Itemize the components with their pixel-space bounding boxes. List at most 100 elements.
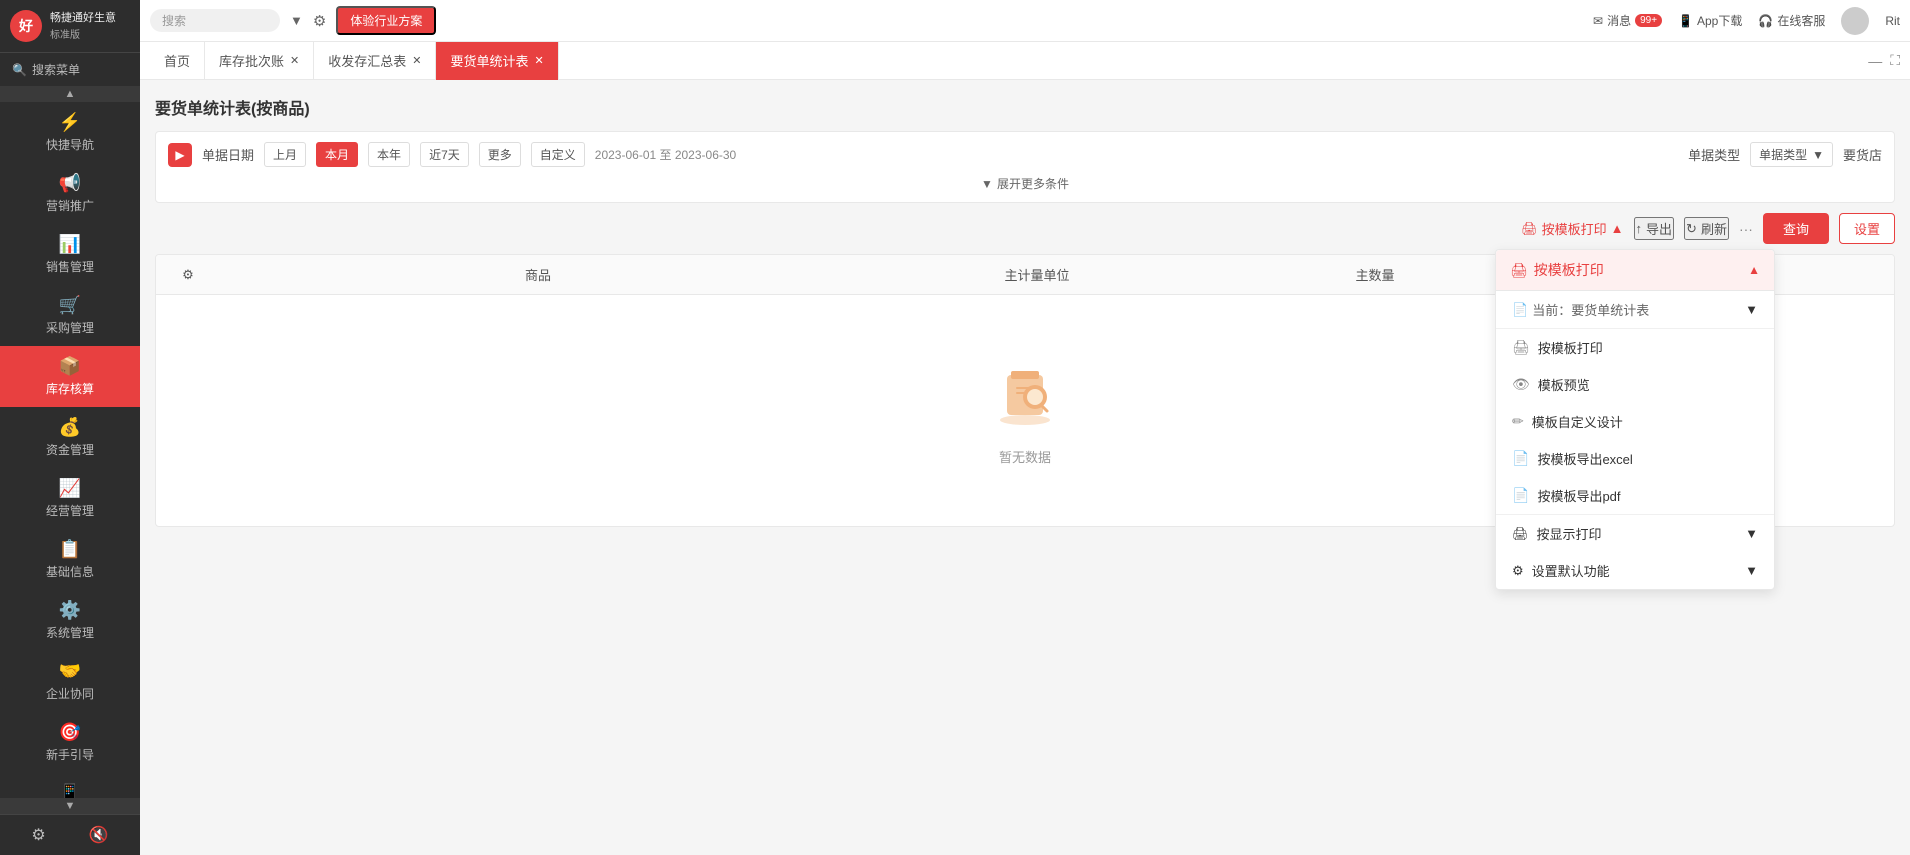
top-search-dropdown[interactable]: ▼ <box>290 13 303 28</box>
date-more-btn[interactable]: 更多 <box>479 142 521 167</box>
window-expand-btn[interactable]: ⛶ <box>1890 52 1900 69</box>
app-download-btn[interactable]: 📱 App下载 <box>1678 12 1742 29</box>
top-gear-btn[interactable]: ⚙ <box>313 12 326 30</box>
template-export-excel-btn[interactable]: 📄 按模板导出excel <box>1496 440 1774 477</box>
date-filter-label: 单据日期 <box>202 145 254 164</box>
headset-icon: 🎧 <box>1758 14 1773 28</box>
dropdown-close-arrow[interactable]: ▲ <box>1748 263 1760 277</box>
date-this-month-btn[interactable]: 本月 <box>316 142 358 167</box>
sidebar-item-marketing[interactable]: 📢 营销推广 <box>0 163 140 224</box>
guide-icon: 🎯 <box>59 722 81 743</box>
template-pdf-icon: 📄 <box>1512 487 1529 504</box>
action-bar: 🖨 按模板打印 ▲ ↑ 导出 ↻ 刷新 ··· 查询 设置 🖨 按模板打印 <box>155 213 1895 244</box>
default-settings-label: ⚙ 设置默认功能 <box>1512 561 1610 580</box>
logo-badge: 标准版 <box>50 26 116 41</box>
template-print-btn[interactable]: 🖨 按模板打印 <box>1496 329 1774 366</box>
more-options-btn[interactable]: ··· <box>1739 221 1753 237</box>
sidebar: 好 畅捷通好生意 标准版 🔍 搜索菜单 ▲ ⚡ 快捷导航 📢 营销推广 📊 销售… <box>0 0 140 855</box>
default-settings-group[interactable]: ⚙ 设置默认功能 ▼ <box>1496 552 1774 589</box>
print-dropdown-toggle[interactable]: ▲ <box>1611 221 1624 236</box>
sidebar-item-guide[interactable]: 🎯 新手引导 <box>0 712 140 773</box>
system-icon: ⚙️ <box>59 600 81 621</box>
top-search-display: 搜索 <box>150 9 280 32</box>
th-unit: 主计量单位 <box>868 255 1206 294</box>
empty-illustration <box>985 355 1065 435</box>
scroll-up-btn[interactable]: ▲ <box>0 86 140 102</box>
sidebar-item-apps[interactable]: 📱 应用中心 <box>0 773 140 798</box>
print-template-btn[interactable]: 🖨 按模板打印 ▲ <box>1521 219 1623 238</box>
date-custom-btn[interactable]: 自定义 <box>531 142 585 167</box>
template-export-pdf-btn[interactable]: 📄 按模板导出pdf <box>1496 477 1774 514</box>
page-title: 要货单统计表(按商品) <box>155 95 1895 119</box>
date-7days-btn[interactable]: 近7天 <box>420 142 469 167</box>
refresh-btn[interactable]: ↻ 刷新 <box>1684 217 1729 240</box>
tab-order-stats-close[interactable]: ✕ <box>535 54 544 67</box>
main-content: 搜索 ▼ ⚙ 体验行业方案 ✉ 消息 99+ 📱 App下载 🎧 在线客服 Ri… <box>140 0 1910 855</box>
username-display: Rit <box>1885 14 1900 28</box>
tab-receipt-summary-close[interactable]: ✕ <box>412 54 421 67</box>
tab-batch-account[interactable]: 库存批次账 ✕ <box>205 42 314 80</box>
trial-btn[interactable]: 体验行业方案 <box>336 6 436 35</box>
sidebar-item-operations[interactable]: 📈 经营管理 <box>0 468 140 529</box>
print-dropdown-menu: 🖨 按模板打印 ▲ 📄 当前：要货单统计表 ▼ <box>1495 249 1775 590</box>
sidebar-item-finance[interactable]: 💰 资金管理 <box>0 407 140 468</box>
current-template-icon: 📄 <box>1512 302 1528 318</box>
export-icon: ↑ <box>1636 221 1643 236</box>
order-type-dropdown-icon: ▼ <box>1812 148 1824 162</box>
date-this-year-btn[interactable]: 本年 <box>368 142 410 167</box>
settings-btn[interactable]: 设置 <box>1839 213 1895 244</box>
query-btn[interactable]: 查询 <box>1763 213 1829 244</box>
template-custom-btn[interactable]: ✏ 模板自定义设计 <box>1496 403 1774 440</box>
print-dropdown-title-icon: 🖨 <box>1510 262 1528 279</box>
user-avatar[interactable] <box>1841 7 1869 35</box>
tab-order-stats[interactable]: 要货单统计表 ✕ <box>436 42 558 80</box>
order-type-select[interactable]: 单据类型 ▼ <box>1750 142 1833 167</box>
scroll-down-btn[interactable]: ▼ <box>0 798 140 814</box>
message-icon: ✉ <box>1593 14 1603 28</box>
basic-icon: 📋 <box>59 539 81 560</box>
enterprise-icon: 🤝 <box>59 661 81 682</box>
sidebar-item-system[interactable]: ⚙️ 系统管理 <box>0 590 140 651</box>
display-print-label: 🖨 按显示打印 <box>1512 524 1602 543</box>
th-product: 商品 <box>208 255 868 294</box>
date-last-month-btn[interactable]: 上月 <box>264 142 306 167</box>
online-service-btn[interactable]: 🎧 在线客服 <box>1758 12 1825 29</box>
search-menu-btn[interactable]: 🔍 搜索菜单 <box>0 53 140 86</box>
expand-icon: ▼ <box>981 177 993 191</box>
print-dropdown-title: 🖨 按模板打印 <box>1510 260 1604 280</box>
logo-icon: 好 <box>10 10 42 42</box>
display-print-group[interactable]: 🖨 按显示打印 ▼ <box>1496 515 1774 552</box>
empty-text: 暂无数据 <box>999 447 1051 466</box>
message-badge: 99+ <box>1635 14 1662 27</box>
th-quantity: 主数量 <box>1206 255 1544 294</box>
sidebar-item-purchase[interactable]: 🛒 采购管理 <box>0 285 140 346</box>
template-preview-icon: 👁 <box>1512 376 1530 393</box>
tab-batch-account-close[interactable]: ✕ <box>290 54 299 67</box>
apps-icon: 📱 <box>59 783 81 798</box>
message-btn[interactable]: ✉ 消息 99+ <box>1593 12 1662 29</box>
search-icon: 🔍 <box>12 63 27 77</box>
operations-icon: 📈 <box>59 478 81 499</box>
marketing-icon: 📢 <box>59 173 81 194</box>
audio-footer-btn[interactable]: 🔇 <box>89 825 109 845</box>
sidebar-item-quick-nav[interactable]: ⚡ 快捷导航 <box>0 102 140 163</box>
tab-home[interactable]: 首页 <box>150 42 205 80</box>
th-settings[interactable]: ⚙ <box>168 257 208 293</box>
print-current-template[interactable]: 📄 当前：要货单统计表 ▼ <box>1496 291 1774 328</box>
top-bar: 搜索 ▼ ⚙ 体验行业方案 ✉ 消息 99+ 📱 App下载 🎧 在线客服 Ri… <box>140 0 1910 42</box>
window-minimize-btn[interactable]: — <box>1868 53 1882 69</box>
sidebar-item-basic[interactable]: 📋 基础信息 <box>0 529 140 590</box>
default-settings-icon: ⚙ <box>1512 563 1524 579</box>
date-range-display: 2023-06-01 至 2023-06-30 <box>595 146 736 163</box>
sidebar-item-inventory[interactable]: 📦 库存核算 <box>0 346 140 407</box>
export-btn[interactable]: ↑ 导出 <box>1634 217 1675 240</box>
print-dropdown-current-section: 📄 当前：要货单统计表 ▼ <box>1496 291 1774 329</box>
settings-footer-btn[interactable]: ⚙ <box>31 825 45 845</box>
filter-expand-btn[interactable]: ▶ <box>168 143 192 167</box>
template-preview-btn[interactable]: 👁 模板预览 <box>1496 366 1774 403</box>
expand-more-btn[interactable]: ▼ 展开更多条件 <box>981 175 1069 192</box>
tab-receipt-summary[interactable]: 收发存汇总表 ✕ <box>314 42 436 80</box>
sidebar-item-sales[interactable]: 📊 销售管理 <box>0 224 140 285</box>
sidebar-item-enterprise[interactable]: 🤝 企业协同 <box>0 651 140 712</box>
order-type-label: 单据类型 <box>1688 145 1740 164</box>
